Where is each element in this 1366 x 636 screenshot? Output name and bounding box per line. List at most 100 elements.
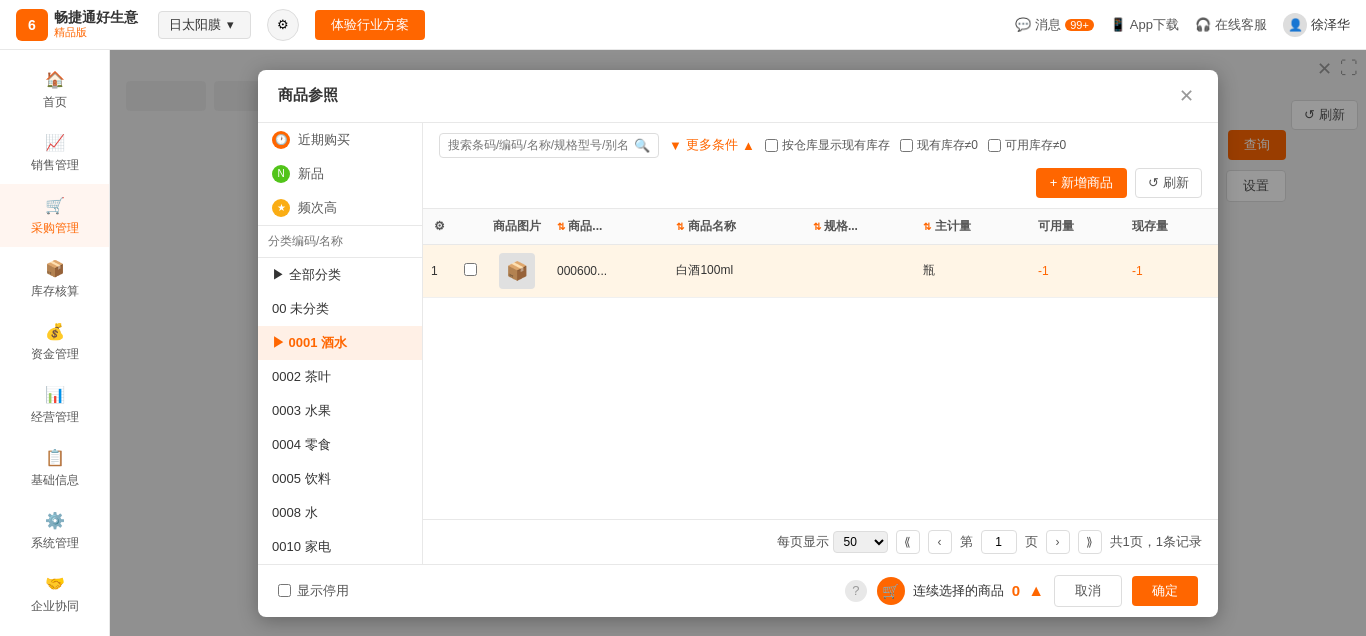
app-download-nav-item[interactable]: 📱 App下载 <box>1110 16 1179 34</box>
modal-close-button[interactable]: ✕ <box>1174 84 1198 108</box>
refresh-button[interactable]: ↺ 刷新 <box>1135 168 1202 198</box>
cat-item-0003[interactable]: 0003 水果 <box>258 394 422 428</box>
chevron-up-icon: ▲ <box>742 138 755 153</box>
finance-icon: 💰 <box>44 320 66 342</box>
cat-item-all[interactable]: ▶ 全部分类 <box>258 258 422 292</box>
cat-item-0001[interactable]: ▶ 0001 酒水 <box>258 326 422 360</box>
filter-more-conditions-button[interactable]: ▼ 更多条件 ▲ <box>669 136 755 154</box>
modal-overlay: 商品参照 ✕ 🕐 近期购买 N <box>110 50 1366 636</box>
col-settings[interactable]: ⚙ <box>423 209 455 245</box>
user-profile-nav-item[interactable]: 👤 徐泽华 <box>1283 13 1350 37</box>
next-page-button[interactable]: › <box>1046 530 1070 554</box>
col-checkbox <box>455 209 485 245</box>
online-service-nav-item[interactable]: 🎧 在线客服 <box>1195 16 1267 34</box>
recent-purchase-icon: 🕐 <box>272 131 290 149</box>
sidebar-item-basic[interactable]: 📋 基础信息 <box>0 436 109 499</box>
row-code: 000600... <box>549 244 668 297</box>
category-shortcuts: 🕐 近期购买 N 新品 ★ 频次高 <box>258 123 422 226</box>
col-unit[interactable]: ⇅ 主计量 <box>915 209 1030 245</box>
show-disabled-checkbox[interactable] <box>278 584 291 597</box>
available-nonzero-checkbox[interactable] <box>988 139 1001 152</box>
table-row[interactable]: 1 📦 000600... 白酒100ml <box>423 244 1218 297</box>
collapse-cart-button[interactable]: ▲ <box>1028 582 1044 600</box>
nonzero-stock-label: 现有库存≠0 <box>917 137 978 154</box>
app-logo-sub: 精品版 <box>54 25 138 40</box>
chevron-down-icon: ▾ <box>227 17 234 32</box>
gear-button[interactable]: ⚙ <box>267 9 299 41</box>
cat-item-0002[interactable]: 0002 茶叶 <box>258 360 422 394</box>
filter-icon: ▼ <box>669 138 682 153</box>
checkbox-nonzero-stock[interactable]: 现有库存≠0 <box>900 137 978 154</box>
cat-item-0004[interactable]: 0004 零食 <box>258 428 422 462</box>
show-stock-checkbox[interactable] <box>765 139 778 152</box>
per-page-label: 每页显示 <box>777 533 829 551</box>
col-code[interactable]: ⇅ 商品... <box>549 209 668 245</box>
confirm-button[interactable]: 确定 <box>1132 576 1198 606</box>
sidebar-item-collab[interactable]: 🤝 企业协同 <box>0 562 109 625</box>
first-page-button[interactable]: ⟪ <box>896 530 920 554</box>
page-number-input[interactable] <box>981 530 1017 554</box>
prev-page-button[interactable]: ‹ <box>928 530 952 554</box>
cat-item-0005[interactable]: 0005 饮料 <box>258 462 422 496</box>
filter-btn-label: 更多条件 <box>686 136 738 154</box>
search-icon[interactable]: 🔍 <box>634 138 650 153</box>
category-panel: 🕐 近期购买 N 新品 ★ 频次高 <box>258 123 423 564</box>
nav-right: 💬 消息 99+ 📱 App下载 🎧 在线客服 👤 徐泽华 <box>1015 13 1350 37</box>
col-name[interactable]: ⇅ 商品名称 <box>668 209 804 245</box>
col-stock: 现存量 <box>1124 209 1218 245</box>
sort-icon-name: ⇅ <box>676 221 684 232</box>
category-search-input[interactable] <box>268 234 418 248</box>
store-selector[interactable]: 日太阳膜 ▾ <box>158 11 251 39</box>
checkbox-available-nonzero[interactable]: 可用库存≠0 <box>988 137 1066 154</box>
sidebar-item-finance[interactable]: 💰 资金管理 <box>0 310 109 373</box>
shortcut-recent-purchase[interactable]: 🕐 近期购买 <box>258 123 422 157</box>
available-nonzero-label: 可用库存≠0 <box>1005 137 1066 154</box>
top-navbar: 6 畅捷通好生意 精品版 日太阳膜 ▾ ⚙ 体验行业方案 💬 消息 99+ 📱 … <box>0 0 1366 50</box>
per-page-select: 每页显示 50 100 200 <box>777 531 888 553</box>
sidebar-label-finance: 资金管理 <box>31 346 79 363</box>
toolbar-right: + 新增商品 ↺ 刷新 <box>1036 168 1202 198</box>
product-search-input[interactable] <box>448 138 628 152</box>
cat-item-00[interactable]: 00 未分类 <box>258 292 422 326</box>
product-toolbar: 🔍 ▼ 更多条件 ▲ 按仓库显示现有库存 <box>423 123 1218 209</box>
sort-icon-unit: ⇅ <box>923 221 931 232</box>
add-product-button[interactable]: + 新增商品 <box>1036 168 1127 198</box>
basic-icon: 📋 <box>44 446 66 468</box>
sidebar-item-guide[interactable]: 🔰 新手引导 <box>0 625 109 636</box>
sidebar-item-home[interactable]: 🏠 首页 <box>0 58 109 121</box>
col-spec[interactable]: ⇅ 规格... <box>805 209 916 245</box>
sidebar-item-sales[interactable]: 📈 销售管理 <box>0 121 109 184</box>
sidebar-item-system[interactable]: ⚙️ 系统管理 <box>0 499 109 562</box>
per-page-dropdown[interactable]: 50 100 200 <box>833 531 888 553</box>
sidebar-item-inventory[interactable]: 📦 库存核算 <box>0 247 109 310</box>
messages-nav-item[interactable]: 💬 消息 99+ <box>1015 16 1094 34</box>
shortcut-new-product[interactable]: N 新品 <box>258 157 422 191</box>
sidebar-item-management[interactable]: 📊 经营管理 <box>0 373 109 436</box>
footer-right: ? 🛒 连续选择的商品 0 ▲ 取消 确定 <box>845 575 1198 607</box>
row-checkbox-cell[interactable] <box>455 244 485 297</box>
cart-icon: 🛒 <box>877 577 905 605</box>
sidebar-item-purchase[interactable]: 🛒 采购管理 <box>0 184 109 247</box>
category-list: ▶ 全部分类 00 未分类 ▶ 0001 酒水 0002 茶叶 <box>258 258 422 564</box>
last-page-button[interactable]: ⟫ <box>1078 530 1102 554</box>
cat-item-0010[interactable]: 0010 家电 <box>258 530 422 564</box>
row-checkbox[interactable] <box>464 263 477 276</box>
cart-count: 0 <box>1012 582 1020 599</box>
shortcut-high-freq[interactable]: ★ 频次高 <box>258 191 422 225</box>
pagination-bar: 每页显示 50 100 200 ⟪ ‹ 第 页 <box>423 519 1218 564</box>
modal-body: 🕐 近期购买 N 新品 ★ 频次高 <box>258 123 1218 564</box>
logo-area: 6 畅捷通好生意 精品版 <box>16 9 138 41</box>
shortcut-new-label: 新品 <box>298 165 324 183</box>
row-image-cell: 📦 <box>485 244 549 297</box>
product-image: 📦 <box>499 253 535 289</box>
show-disabled-label[interactable]: 显示停用 <box>278 582 349 600</box>
content-area: 查询 设置 ✕ ⛶ ↺ 刷新 商品参照 ✕ <box>110 50 1366 636</box>
cancel-button[interactable]: 取消 <box>1054 575 1122 607</box>
modal-footer: 显示停用 ? 🛒 连续选择的商品 0 ▲ 取消 确定 <box>258 564 1218 617</box>
cat-item-0008[interactable]: 0008 水 <box>258 496 422 530</box>
checkbox-show-stock[interactable]: 按仓库显示现有库存 <box>765 137 890 154</box>
trial-button[interactable]: 体验行业方案 <box>315 10 425 40</box>
nonzero-stock-checkbox[interactable] <box>900 139 913 152</box>
help-icon[interactable]: ? <box>845 580 867 602</box>
sidebar-label-collab: 企业协同 <box>31 598 79 615</box>
